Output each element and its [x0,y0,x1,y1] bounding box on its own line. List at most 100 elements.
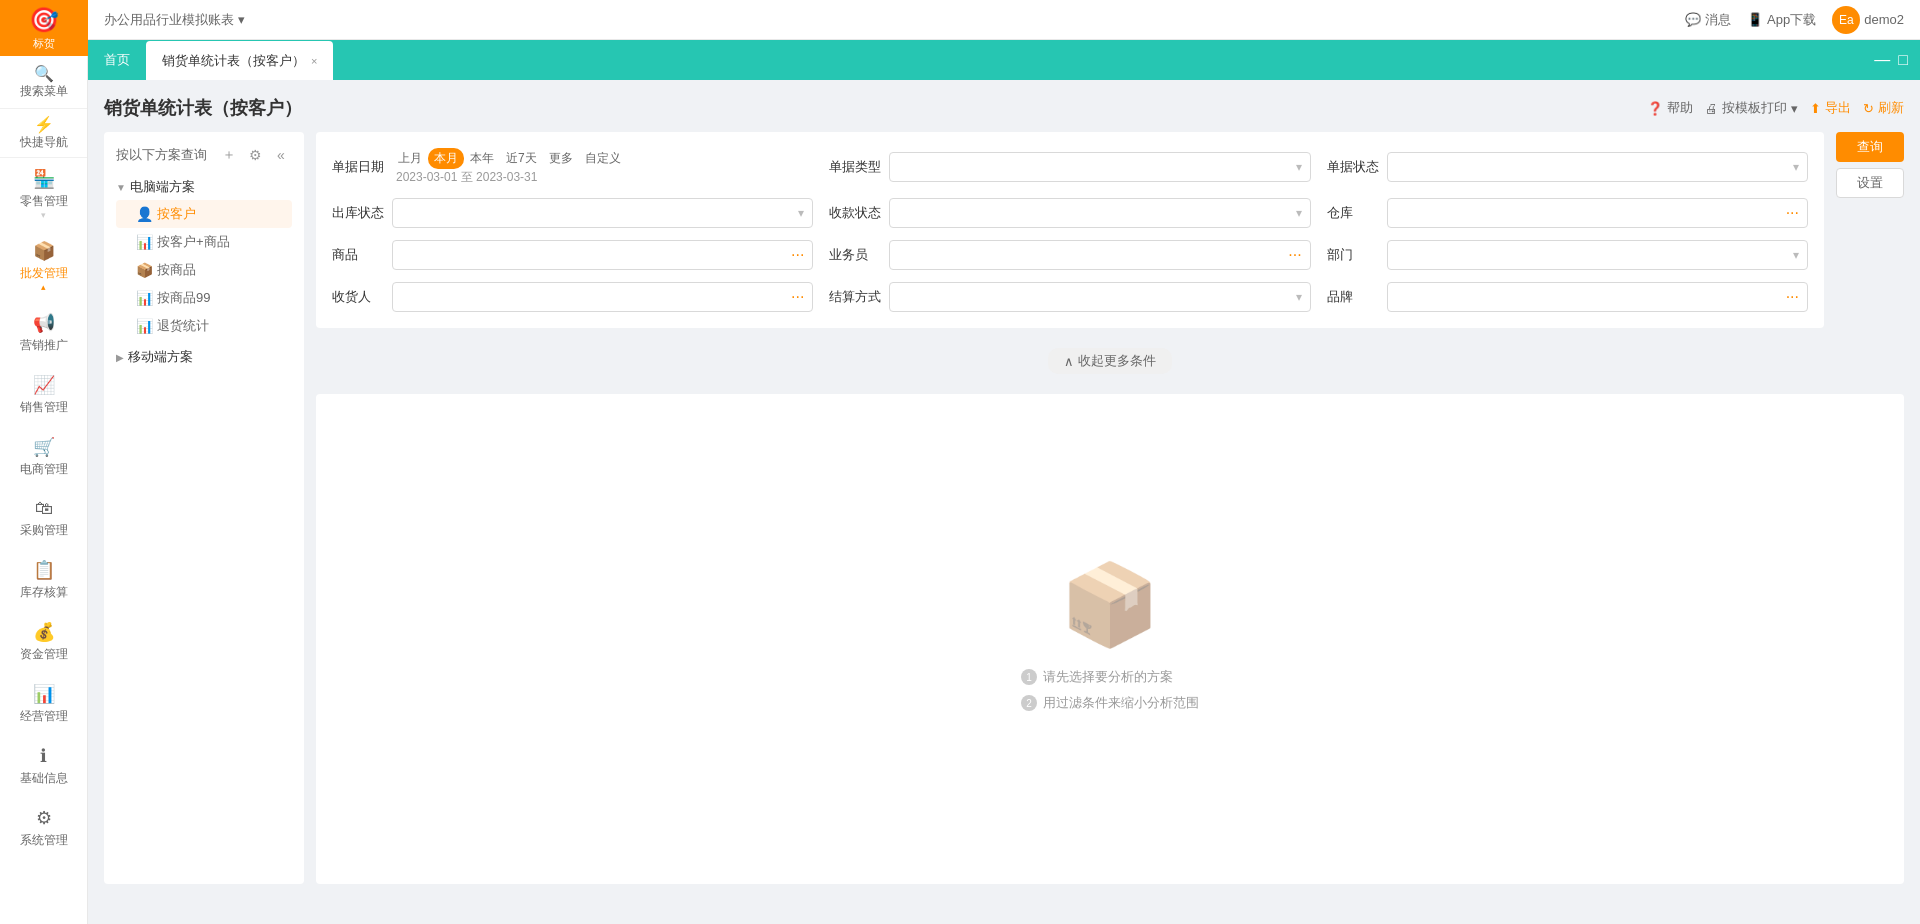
date-tabs: 上月 本月 本年 近7天 更多 自定义 [392,148,813,169]
sidebar-item-operation[interactable]: 📊 经营管理 [0,673,87,735]
topbar-message[interactable]: 💬 消息 [1685,11,1731,29]
filter-dept-field: 部门 ▾ [1327,240,1808,270]
tabbar-maximize-btn[interactable]: □ [1898,51,1908,69]
export-icon: ⬆ [1810,101,1821,116]
brand-dots-icon[interactable]: ··· [1786,288,1799,306]
scheme-item-goods[interactable]: 📦 按商品 [116,256,292,284]
scheme-desktop-header[interactable]: ▼ 电脑端方案 [116,174,292,200]
order-type-input[interactable]: ▾ [889,152,1310,182]
scheme-actions: ＋ ⚙ « [218,144,292,166]
receiver-dots-icon[interactable]: ··· [791,288,804,306]
warehouse-input[interactable]: ··· [1387,198,1808,228]
brand-label: 品牌 [1327,288,1379,306]
scheme-mobile-header[interactable]: ▶ 移动端方案 [116,344,292,370]
empty-hint-2: 2 用过滤条件来缩小分析范围 [1021,694,1199,712]
payment-label: 结算方式 [829,288,881,306]
scheme-mobile-group: ▶ 移动端方案 [116,344,292,370]
out-status-input[interactable]: ▾ [392,198,813,228]
sidebar-item-search[interactable]: 🔍 搜索菜单 [0,56,87,109]
scheme-collapse-icon: « [277,147,285,163]
receiver-input[interactable]: ··· [392,282,813,312]
sidebar-item-quicknav[interactable]: ⚡ 快捷导航 [0,109,87,158]
topbar-left: 办公用品行业模拟账表 ▾ [104,11,245,29]
filter-goods-field: 商品 ··· [332,240,813,270]
sidebar-item-system[interactable]: ⚙ 系统管理 [0,797,87,859]
sidebar-item-wholesale[interactable]: 📦 批发管理 ▴ [0,230,87,302]
scheme-collapse-btn[interactable]: « [270,144,292,166]
filter-salesperson-field: 业务员 ··· [829,240,1310,270]
sidebar-item-marketing[interactable]: 📢 营销推广 [0,302,87,364]
page-header: 销货单统计表（按客户） ❓ 帮助 🖨 按模板打印 ▾ ⬆ 导出 ↻ 刷新 [104,96,1904,120]
sidebar-item-purchase[interactable]: 🛍 采购管理 [0,488,87,549]
filter-receiver-field: 收货人 ··· [332,282,813,312]
sidebar-item-ecommerce[interactable]: 🛒 电商管理 [0,426,87,488]
scheme-add-btn[interactable]: ＋ [218,144,240,166]
finance-icon: 💰 [33,621,55,643]
scheme-item-customer-goods[interactable]: 📊 按客户+商品 [116,228,292,256]
payment-input[interactable]: ▾ [889,282,1310,312]
receipt-status-input[interactable]: ▾ [889,198,1310,228]
right-panel-actions: 查询 设置 [1836,132,1904,198]
collapse-button[interactable]: ∧ 收起更多条件 [1048,348,1172,374]
goods-label: 商品 [332,246,384,264]
filter-out-status-field: 出库状态 ▾ [332,198,813,228]
user-avatar: Ea [1832,6,1860,34]
date-tab-thisyear[interactable]: 本年 [464,148,500,169]
sidebar-item-inventory[interactable]: 📋 库存核算 [0,549,87,611]
topbar-user[interactable]: Ea demo2 [1832,6,1904,34]
filter-payment-field: 结算方式 ▾ [829,282,1310,312]
help-icon: ❓ [1647,101,1663,116]
sidebar-item-finance[interactable]: 💰 资金管理 [0,611,87,673]
scheme-item-return[interactable]: 📊 退货统计 [116,312,292,340]
hint-num-1: 1 [1021,669,1037,685]
sidebar-item-basic[interactable]: ℹ 基础信息 [0,735,87,797]
export-button[interactable]: ⬆ 导出 [1810,99,1851,117]
dept-label: 部门 [1327,246,1379,264]
receipt-status-label: 收款状态 [829,204,881,222]
sidebar-item-sales[interactable]: 📈 销售管理 [0,364,87,426]
help-button[interactable]: ❓ 帮助 [1647,99,1693,117]
order-status-input[interactable]: ▾ [1387,152,1808,182]
salesperson-input[interactable]: ··· [889,240,1310,270]
hint-num-2: 2 [1021,695,1037,711]
dept-input[interactable]: ▾ [1387,240,1808,270]
sidebar-item-retail[interactable]: 🏪 零售管理 ▾ [0,158,87,230]
date-tab-lastmonth[interactable]: 上月 [392,148,428,169]
query-button[interactable]: 查询 [1836,132,1904,162]
brand-input[interactable]: ··· [1387,282,1808,312]
date-tab-thismonth[interactable]: 本月 [428,148,464,169]
scheme-panel: 按以下方案查询 ＋ ⚙ « [104,132,304,884]
marketing-icon: 📢 [33,312,55,334]
system-icon: ⚙ [36,807,52,829]
warehouse-dots-icon[interactable]: ··· [1786,204,1799,222]
sidebar: 🎯 标贺 🔍 搜索菜单 ⚡ 快捷导航 🏪 零售管理 ▾ 📦 批发管理 ▴ 📢 营… [0,0,88,924]
date-tab-7days[interactable]: 近7天 [500,148,543,169]
scheme-item-customer[interactable]: 👤 按客户 [116,200,292,228]
settings-button[interactable]: 设置 [1836,168,1904,198]
filter-warehouse-field: 仓库 ··· [1327,198,1808,228]
goods-dots-icon[interactable]: ··· [791,246,804,264]
tab-sales-stats[interactable]: 销货单统计表（按客户） × [146,41,333,81]
tab-close-icon[interactable]: × [311,55,317,67]
right-content: 单据日期 上月 本月 本年 近7天 更多 自定义 [316,132,1904,884]
goods-input[interactable]: ··· [392,240,813,270]
filter-row-3: 商品 ··· 业务员 ··· [332,240,1808,270]
scheme-settings-btn[interactable]: ⚙ [244,144,266,166]
app-logo: 🎯 标贺 [0,0,88,56]
date-tab-more[interactable]: 更多 [543,148,579,169]
receipt-status-dropdown-icon: ▾ [1296,206,1302,220]
date-tab-custom[interactable]: 自定义 [579,148,627,169]
filter-order-type-field: 单据类型 ▾ [829,152,1310,182]
tab-home[interactable]: 首页 [88,40,146,80]
salesperson-dots-icon[interactable]: ··· [1288,246,1301,264]
order-type-label: 单据类型 [829,158,881,176]
print-button[interactable]: 🖨 按模板打印 ▾ [1705,99,1798,117]
topbar-app-download[interactable]: 📱 App下载 [1747,11,1816,29]
tabbar-minimize-btn[interactable]: — [1874,51,1890,69]
order-status-dropdown-icon: ▾ [1793,160,1799,174]
scheme-item-goods99[interactable]: 📊 按商品99 [116,284,292,312]
basic-icon: ℹ [40,745,47,767]
refresh-button[interactable]: ↻ 刷新 [1863,99,1904,117]
order-type-dropdown-icon: ▾ [1296,160,1302,174]
topbar-title[interactable]: 办公用品行业模拟账表 ▾ [104,11,245,29]
